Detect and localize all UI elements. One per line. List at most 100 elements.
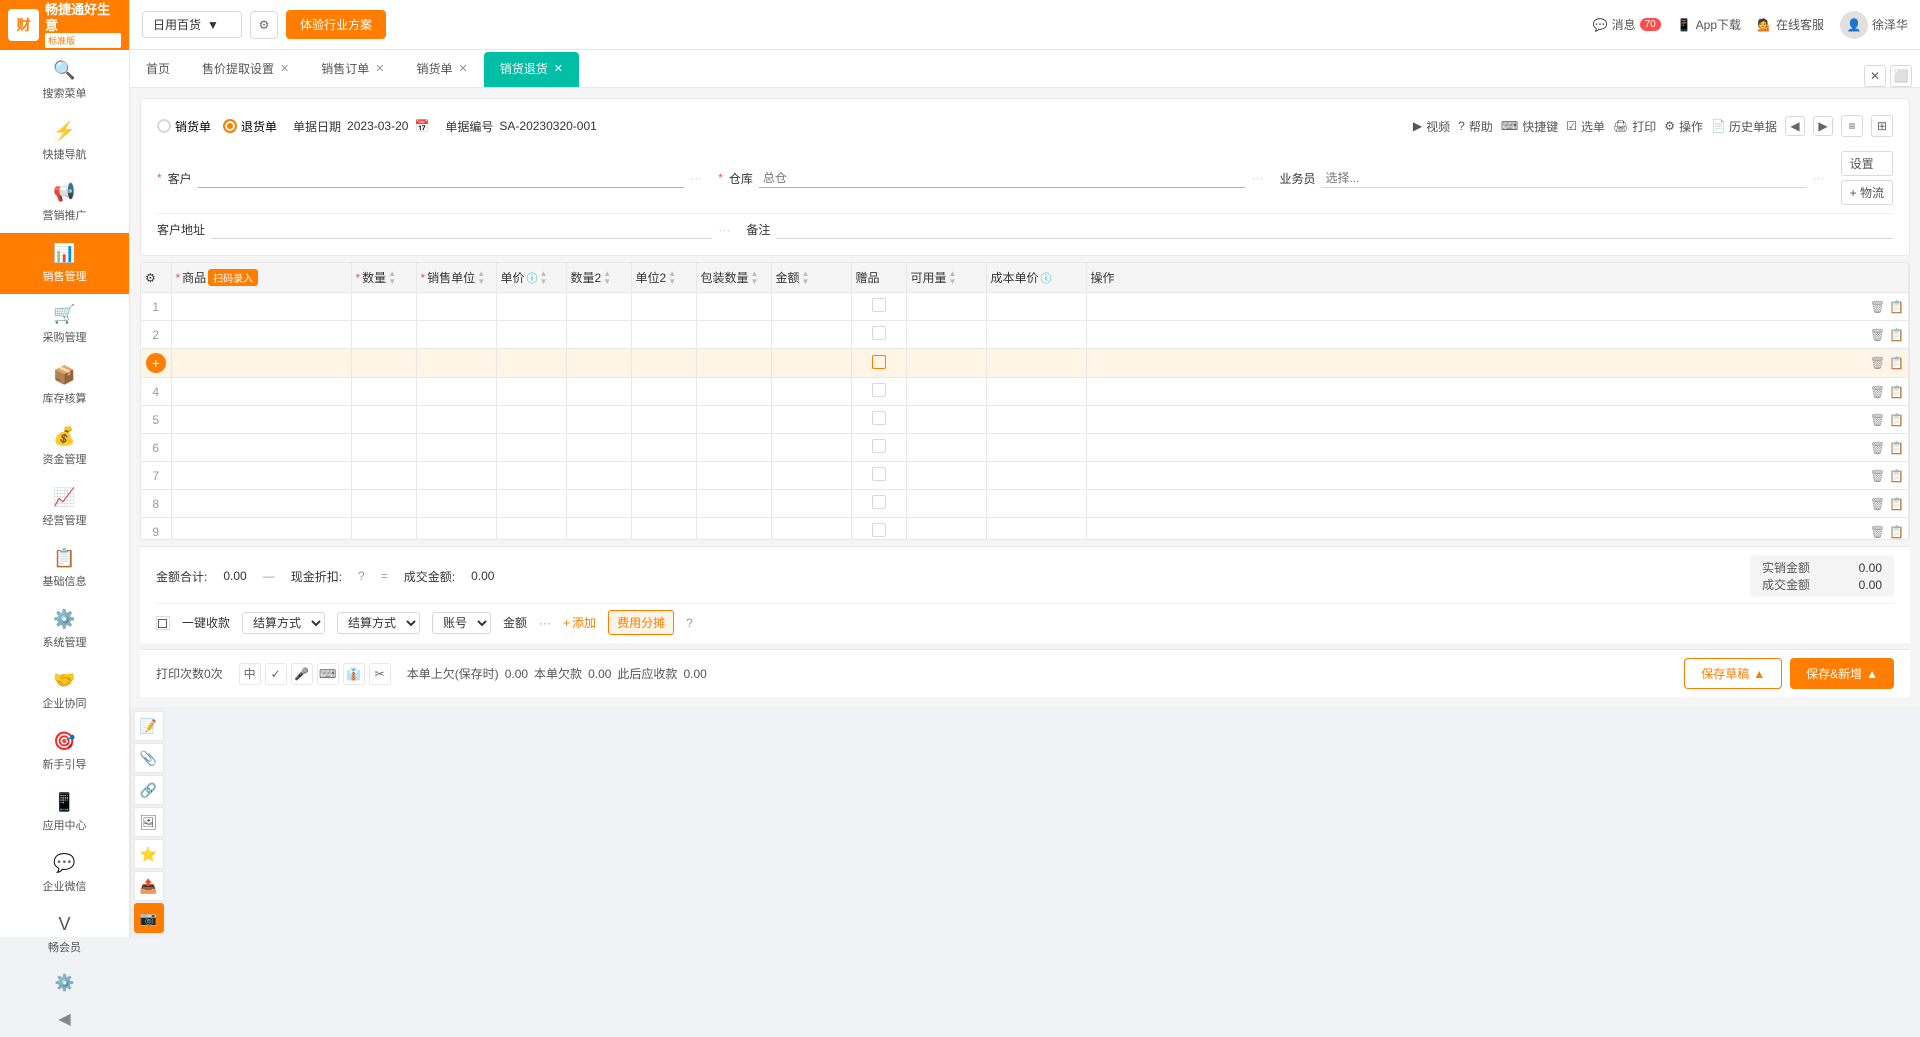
sale-unit-cell[interactable] <box>416 349 496 378</box>
right-link-btn[interactable]: 🔗 <box>134 775 164 805</box>
col-gear[interactable]: ⚙ <box>141 263 171 293</box>
gift-cell[interactable] <box>851 321 906 349</box>
logistics-btn[interactable]: + 物流 <box>1841 180 1893 205</box>
close-window-btn[interactable]: ✕ <box>1864 65 1886 87</box>
grid-view-btn[interactable]: ⊞ <box>1871 115 1893 137</box>
delete-icon[interactable]: 🗑 <box>1870 413 1885 427</box>
right-scan-btn[interactable]: 📷 <box>134 903 164 933</box>
product-input-active[interactable] <box>176 356 347 370</box>
status-icon-5[interactable]: 👔 <box>343 663 365 685</box>
copy-icon[interactable]: 📋 <box>1889 328 1904 342</box>
qty-cell[interactable] <box>351 349 416 378</box>
price-cell[interactable] <box>496 321 566 349</box>
gift-checkbox[interactable] <box>872 298 886 312</box>
maximize-window-btn[interactable]: ⬜ <box>1890 65 1912 87</box>
status-icon-3[interactable]: 🎤 <box>291 663 313 685</box>
tab-sales-return[interactable]: 销货退货 ✕ <box>484 52 579 87</box>
pkg-qty-cell[interactable] <box>696 321 771 349</box>
topbar-gear-btn[interactable]: ⚙ <box>250 11 278 39</box>
sale-unit-cell[interactable] <box>416 293 496 321</box>
delete-icon[interactable]: 🗑 <box>1870 525 1885 539</box>
right-star-btn[interactable]: ⭐ <box>134 839 164 869</box>
sidebar-item-newbie[interactable]: 🎯 新手引导 <box>0 721 129 782</box>
tab-home[interactable]: 首页 <box>130 52 186 87</box>
copy-icon[interactable]: 📋 <box>1889 356 1904 370</box>
operate-action[interactable]: ⚙ 操作 <box>1664 118 1703 135</box>
radio-return[interactable]: 退货单 <box>223 118 277 135</box>
status-icon-1[interactable]: 中 <box>239 663 261 685</box>
pkg-qty-cell[interactable] <box>696 293 771 321</box>
warehouse-select-btn[interactable]: ··· <box>1251 171 1263 185</box>
right-share-btn[interactable]: 📤 <box>134 871 164 901</box>
gift-checkbox-active[interactable] <box>872 355 886 369</box>
tab-sales-return-close[interactable]: ✕ <box>554 62 563 75</box>
select-action[interactable]: ☑ 选单 <box>1566 118 1605 135</box>
address-select-btn[interactable]: ··· <box>718 223 730 237</box>
add-amount-btn[interactable]: ··· <box>539 616 551 630</box>
unit2-cell[interactable] <box>631 321 696 349</box>
table-gear-icon[interactable]: ⚙ <box>145 271 156 285</box>
cost-unit-cell[interactable] <box>986 349 1086 378</box>
product-cell-active[interactable] <box>171 349 351 378</box>
tab-price-setting[interactable]: 售价提取设置 ✕ <box>186 52 305 87</box>
sidebar-item-purchase[interactable]: 🛒 采购管理 <box>0 294 129 355</box>
amount-cell[interactable] <box>771 293 851 321</box>
split-help-icon[interactable]: ? <box>686 616 693 630</box>
right-attach-btn[interactable]: 📎 <box>134 743 164 773</box>
setup-btn[interactable]: 设置 <box>1841 151 1893 176</box>
staff-input[interactable] <box>1321 169 1806 188</box>
pkg-qty-cell[interactable] <box>696 349 771 378</box>
print-action[interactable]: 🖨 打印 <box>1613 118 1656 135</box>
copy-icon[interactable]: 📋 <box>1889 469 1904 483</box>
sidebar-item-sales[interactable]: 📊 销售管理 <box>0 233 129 294</box>
sidebar-item-member[interactable]: V 畅会员 <box>0 904 129 965</box>
scan-btn[interactable]: 扫码录入 <box>208 269 258 286</box>
sidebar-item-marketing[interactable]: 📢 营销推广 <box>0 172 129 233</box>
help-action[interactable]: ? 帮助 <box>1458 118 1493 135</box>
remark-input[interactable] <box>776 220 1893 239</box>
qty2-cell[interactable] <box>566 349 631 378</box>
sidebar-item-collab[interactable]: 🤝 企业协同 <box>0 660 129 721</box>
sidebar-item-shortcut[interactable]: ⚡ 快捷导航 <box>0 111 129 172</box>
product-cell[interactable] <box>171 321 351 349</box>
sidebar-item-inventory[interactable]: 📦 库存核算 <box>0 355 129 416</box>
video-action[interactable]: ▶ 视频 <box>1413 118 1450 135</box>
user-btn[interactable]: 👤 徐泽华 <box>1840 11 1908 39</box>
sidebar-item-search[interactable]: 🔍 搜索菜单 <box>0 50 129 111</box>
warehouse-input[interactable] <box>759 169 1246 188</box>
delete-icon[interactable]: 🗑 <box>1870 300 1885 314</box>
calc-method-select[interactable]: 结算方式 <box>242 612 325 634</box>
gift-checkbox[interactable] <box>872 326 886 340</box>
copy-icon[interactable]: 📋 <box>1889 385 1904 399</box>
status-icon-4[interactable]: ⌨ <box>317 663 339 685</box>
copy-icon[interactable]: 📋 <box>1889 300 1904 314</box>
qty2-cell[interactable] <box>566 321 631 349</box>
sidebar-item-wechat[interactable]: 💬 企业微信 <box>0 843 129 904</box>
date-picker-icon[interactable]: 📅 <box>414 119 429 133</box>
history-action[interactable]: 📄 历史单据 <box>1711 118 1777 135</box>
copy-icon[interactable]: 📋 <box>1889 413 1904 427</box>
sidebar-settings[interactable]: ⚙️ <box>0 965 129 1001</box>
unit2-cell[interactable] <box>631 349 696 378</box>
business-selector[interactable]: 日用百货 ▼ <box>142 11 242 38</box>
available-cell[interactable] <box>906 293 986 321</box>
split-btn[interactable]: 费用分摊 <box>608 610 674 635</box>
prev-record-btn[interactable]: ◀ <box>1785 116 1805 136</box>
tab-price-setting-close[interactable]: ✕ <box>280 62 289 75</box>
sidebar-item-base[interactable]: 📋 基础信息 <box>0 538 129 599</box>
product-cell[interactable] <box>171 293 351 321</box>
status-icon-2[interactable]: ✓ <box>265 663 287 685</box>
gift-cell[interactable] <box>851 349 906 378</box>
tab-sales-delivery[interactable]: 销货单 ✕ <box>400 52 483 87</box>
radio-delivery[interactable]: 销货单 <box>157 118 211 135</box>
price-cell[interactable] <box>496 349 566 378</box>
delete-icon[interactable]: 🗑 <box>1870 469 1885 483</box>
tab-sales-order-close[interactable]: ✕ <box>375 62 384 75</box>
delete-icon[interactable]: 🗑 <box>1870 328 1885 342</box>
cost-unit-cell[interactable] <box>986 293 1086 321</box>
customer-select-btn[interactable]: ··· <box>690 171 702 185</box>
message-btn[interactable]: 💬 消息 70 <box>1593 16 1661 33</box>
gift-cell[interactable] <box>851 293 906 321</box>
staff-select-btn[interactable]: ··· <box>1813 171 1825 185</box>
available-cell[interactable] <box>906 349 986 378</box>
